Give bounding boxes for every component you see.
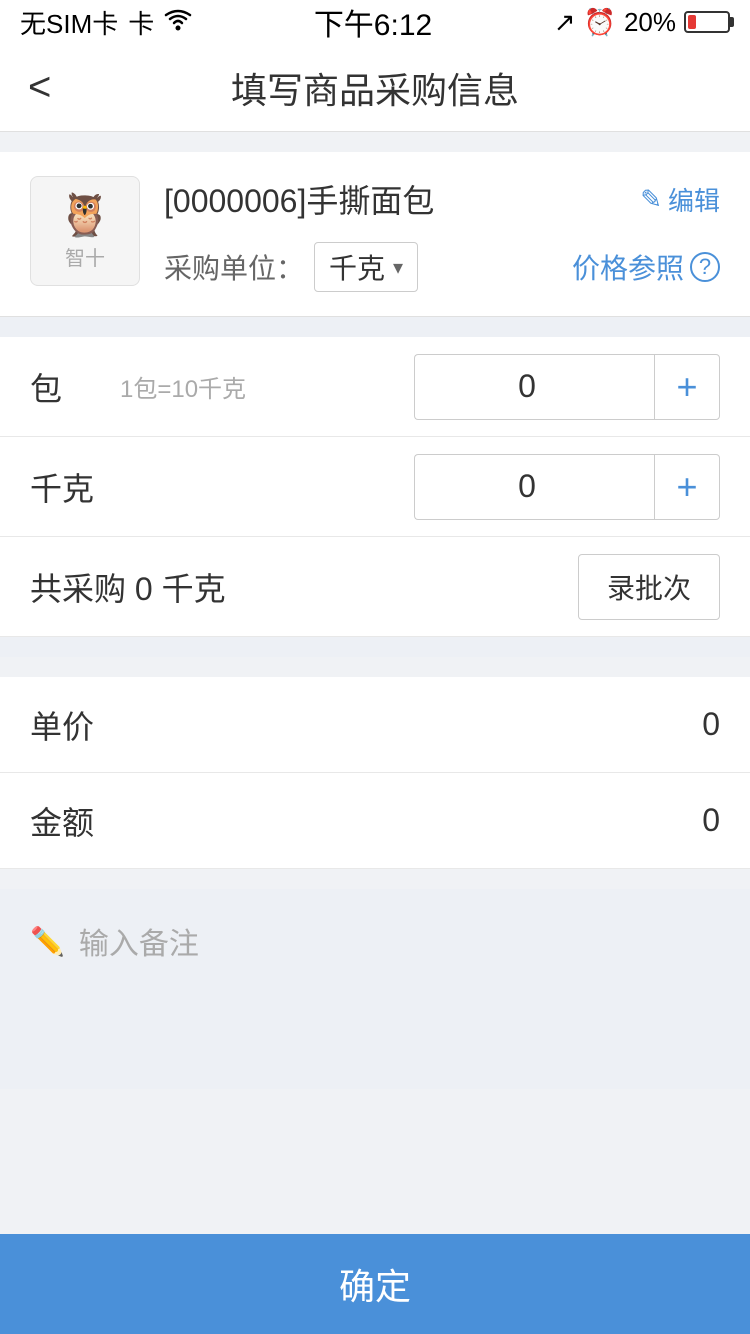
unit-price-label: 单价 — [30, 702, 94, 748]
help-icon: ? — [690, 252, 720, 282]
footer-spacer — [0, 1089, 750, 1189]
footer[interactable]: 确定 — [0, 1234, 750, 1334]
kg-quantity-input[interactable] — [414, 454, 654, 520]
wifi-icon — [164, 7, 192, 38]
carrier-text: 无SIM卡 — [20, 4, 118, 41]
price-ref-label: 价格参照 — [572, 247, 684, 287]
alarm-icon: ⏰ — [584, 7, 616, 38]
product-name-row: [0000006]手撕面包 ✎ 编辑 — [164, 176, 720, 222]
bag-label: 包 — [30, 364, 110, 410]
dropdown-arrow-icon: ▾ — [393, 255, 403, 280]
unit-price-value: 0 — [702, 706, 720, 743]
unit-row: 采购单位： 千克 ▾ 价格参照 ? — [164, 242, 720, 292]
note-placeholder: ✏️ 输入备注 — [30, 919, 720, 963]
total-unit: 千克 — [162, 571, 226, 607]
status-right: ↗ ⏰ 20% — [554, 7, 730, 38]
confirm-button[interactable]: 确定 — [339, 1258, 411, 1310]
status-time: 下午6:12 — [314, 0, 432, 44]
note-placeholder-text: 输入备注 — [79, 919, 199, 963]
product-logo: 🦉 智十 — [30, 176, 140, 286]
total-label: 共采购 — [30, 571, 126, 607]
kg-label: 千克 — [30, 464, 110, 510]
note-section[interactable]: ✏️ 输入备注 — [0, 889, 750, 1089]
edit-button[interactable]: ✎ 编辑 — [640, 181, 720, 218]
divider-1 — [0, 317, 750, 337]
record-batch-button[interactable]: 录批次 — [578, 554, 720, 620]
unit-price-row: 单价 0 — [0, 677, 750, 773]
total-value: 0 — [135, 571, 153, 607]
battery-icon — [684, 11, 730, 33]
pencil-icon: ✏️ — [30, 925, 65, 958]
amount-value: 0 — [702, 802, 720, 839]
logo-text: 智十 — [65, 242, 105, 271]
back-button[interactable]: < — [28, 65, 51, 110]
bag-input-group: + — [414, 354, 720, 420]
battery-percent: 20% — [624, 7, 676, 38]
product-card: 🦉 智十 [0000006]手撕面包 ✎ 编辑 采购单位： 千克 ▾ 价格参照 … — [0, 152, 750, 317]
amount-row: 金额 0 — [0, 773, 750, 869]
nav-bar: < 填写商品采购信息 — [0, 44, 750, 132]
product-info: [0000006]手撕面包 ✎ 编辑 采购单位： 千克 ▾ 价格参照 ? — [164, 176, 720, 292]
edit-icon: ✎ — [640, 184, 662, 215]
kg-plus-button[interactable]: + — [654, 454, 720, 520]
pricing-section: 单价 0 金额 0 — [0, 677, 750, 869]
summary-text: 共采购 0 千克 — [30, 564, 226, 610]
kg-input-group: + — [414, 454, 720, 520]
unit-select[interactable]: 千克 ▾ — [314, 242, 418, 292]
quantity-section: 包 1包=10千克 + 千克 + 共采购 0 千克 录批次 — [0, 337, 750, 637]
nav-title: 填写商品采购信息 — [231, 62, 519, 114]
bag-row: 包 1包=10千克 + — [0, 337, 750, 437]
logo-owl-icon: 🦉 — [59, 191, 111, 240]
unit-value: 千克 — [329, 247, 385, 287]
status-bar: 无SIM卡 卡 下午6:12 ↗ ⏰ 20% — [0, 0, 750, 44]
summary-row: 共采购 0 千克 录批次 — [0, 537, 750, 637]
bag-plus-button[interactable]: + — [654, 354, 720, 420]
unit-label: 采购单位： — [164, 247, 304, 287]
edit-label: 编辑 — [668, 181, 720, 218]
location-icon: ↗ — [554, 7, 576, 38]
amount-label: 金额 — [30, 798, 94, 844]
kg-row: 千克 + — [0, 437, 750, 537]
bag-quantity-input[interactable] — [414, 354, 654, 420]
divider-2 — [0, 637, 750, 657]
product-name: [0000006]手撕面包 — [164, 176, 434, 222]
price-ref-button[interactable]: 价格参照 ? — [572, 247, 720, 287]
bag-sublabel: 1包=10千克 — [120, 369, 246, 404]
status-left: 无SIM卡 卡 — [20, 4, 192, 41]
sim-icon: 卡 — [128, 4, 154, 41]
